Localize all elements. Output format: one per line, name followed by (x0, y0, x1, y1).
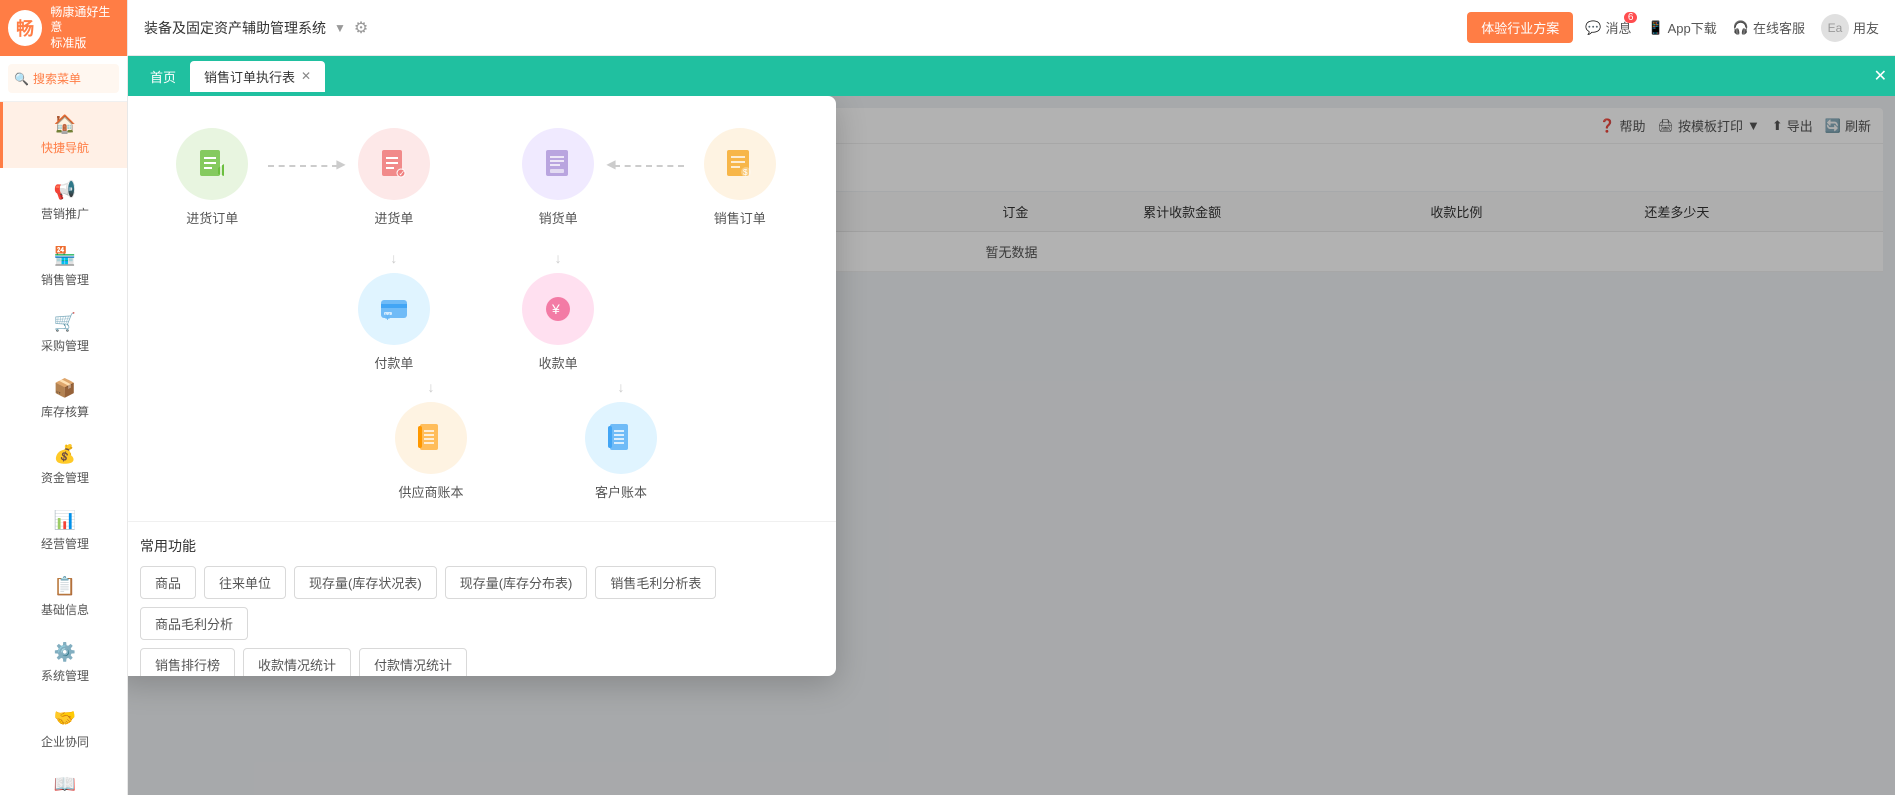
customer-ledger-circle (585, 402, 657, 474)
btn-sales-profit[interactable]: 销售毛利分析表 (595, 566, 716, 599)
experience-button[interactable]: 体验行业方案 (1467, 12, 1573, 43)
flow-node-purchase-order[interactable]: 进货订单 (156, 128, 268, 227)
btn-payment-stats[interactable]: 付款情况统计 (359, 648, 467, 676)
user-item[interactable]: Ea 用友 (1821, 14, 1879, 42)
sidebar-search[interactable]: 🔍 搜索菜单 (0, 56, 127, 102)
receipt-label: 收款单 (539, 353, 578, 372)
message-item[interactable]: 💬 消息 6 (1585, 18, 1631, 37)
common-btns-row2: 销售排行榜 收款情况统计 付款情况统计 (140, 648, 812, 676)
topbar: 装备及固定资产辅助管理系统 ▼ ⚙ 体验行业方案 💬 消息 6 📱 App下载 … (128, 0, 1895, 56)
sidebar-item-purchase[interactable]: 🛒 采购管理 (0, 300, 127, 366)
operations-icon: 📊 (54, 510, 76, 531)
service-icon: 🎧 (1733, 20, 1749, 36)
payment-label: 付款单 (374, 353, 413, 372)
flow-node-purchase-bill[interactable]: ✓ 进货单 (338, 128, 450, 227)
cooperation-icon: 🤝 (54, 708, 76, 729)
payment-circle: ¥ (358, 273, 430, 345)
app-container: 畅 畅康通好生意 标准版 🔍 搜索菜单 🏠 快捷导航 📢 营销推广 🏪 (0, 0, 1895, 795)
sidebar-item-guide[interactable]: 📖 新手引导 (0, 762, 127, 795)
purchase-icon: 🛒 (54, 312, 76, 333)
search-menu-button[interactable]: 🔍 搜索菜单 (8, 64, 119, 93)
btn-partners[interactable]: 往来单位 (204, 566, 286, 599)
btn-sales-rank[interactable]: 销售排行榜 (140, 648, 235, 676)
purchase-bill-label: 进货单 (374, 208, 413, 227)
btn-goods-profit[interactable]: 商品毛利分析 (140, 607, 248, 640)
main-area: 装备及固定资产辅助管理系统 ▼ ⚙ 体验行业方案 💬 消息 6 📱 App下载 … (128, 0, 1895, 795)
topbar-right: 💬 消息 6 📱 App下载 🎧 在线客服 Ea 用友 (1585, 14, 1879, 42)
sales-order-label: 销售订单 (714, 208, 766, 227)
avatar: Ea (1821, 14, 1849, 42)
flow-node-supplier-ledger[interactable]: 供应商账本 (366, 402, 496, 501)
modal-box: 进货订单 ▶ (128, 96, 836, 676)
guide-icon: 📖 (54, 774, 76, 795)
sidebar-logo: 畅 畅康通好生意 标准版 (0, 0, 127, 56)
tab-close-icon[interactable]: ✕ (301, 69, 311, 83)
modal-overlay[interactable]: 进货订单 ▶ (128, 96, 1895, 795)
sidebar-item-basic-info[interactable]: 📋 基础信息 (0, 564, 127, 630)
tab-sales-order[interactable]: 销售订单执行表 ✕ (190, 61, 325, 92)
message-badge: 6 (1624, 12, 1638, 23)
topbar-title: 装备及固定资产辅助管理系统 ▼ ⚙ (144, 18, 1455, 38)
home-icon: 🏠 (54, 114, 76, 135)
sidebar-item-cooperation[interactable]: 🤝 企业协同 (0, 696, 127, 762)
tabbar: 首页 销售订单执行表 ✕ ✕ (128, 56, 1895, 96)
online-service-item[interactable]: 🎧 在线客服 (1733, 18, 1805, 37)
sidebar-item-inventory[interactable]: 📦 库存核算 (0, 366, 127, 432)
sidebar-item-operations[interactable]: 📊 经营管理 (0, 498, 127, 564)
flow-node-customer-ledger[interactable]: 客户账本 (556, 402, 686, 501)
purchase-bill-circle: ✓ (358, 128, 430, 200)
app-download-item[interactable]: 📱 App下载 (1647, 18, 1716, 37)
sales-bill-label: 销货单 (539, 208, 578, 227)
finance-icon: 💰 (54, 444, 76, 465)
tab-home[interactable]: 首页 (136, 61, 190, 92)
marketing-icon: 📢 (54, 180, 76, 201)
sidebar-item-quick-nav[interactable]: 🏠 快捷导航 (0, 102, 127, 168)
sidebar-nav: 🏠 快捷导航 📢 营销推广 🏪 销售管理 🛒 采购管理 📦 库存核算 💰 (0, 102, 127, 795)
sidebar-item-marketing[interactable]: 📢 营销推广 (0, 168, 127, 234)
purchase-order-label: 进货订单 (186, 208, 238, 227)
common-section: 常用功能 商品 往来单位 现存量(库存状况表) 现存量(库存分布表) 销售毛利分… (128, 521, 836, 676)
sidebar-item-system[interactable]: ⚙️ 系统管理 (0, 630, 127, 696)
btn-goods[interactable]: 商品 (140, 566, 196, 599)
content-area: ❓ 帮助 🖨 按模板打印 ▼ ⬆ 导出 🔄 刷新 (128, 96, 1895, 795)
app-icon: 📱 (1647, 20, 1663, 36)
flow-node-sales-order[interactable]: $ 销售订单 (684, 128, 796, 227)
flow-node-payment[interactable]: ¥ 付款单 (338, 273, 450, 372)
supplier-ledger-circle (395, 402, 467, 474)
inventory-icon: 📦 (54, 378, 76, 399)
common-title: 常用功能 (140, 526, 812, 556)
supplier-ledger-label: 供应商账本 (398, 482, 463, 501)
sidebar: 畅 畅康通好生意 标准版 🔍 搜索菜单 🏠 快捷导航 📢 营销推广 🏪 (0, 0, 128, 795)
message-icon: 💬 (1585, 20, 1601, 36)
flow-node-sales-bill[interactable]: 销货单 (502, 128, 614, 227)
dropdown-arrow[interactable]: ▼ (334, 21, 346, 35)
common-btns-row1: 商品 往来单位 现存量(库存状况表) 现存量(库存分布表) 销售毛利分析表 商品… (140, 566, 812, 640)
sidebar-item-finance[interactable]: 💰 资金管理 (0, 432, 127, 498)
logo-icon: 畅 (8, 10, 42, 46)
svg-text:¥: ¥ (551, 301, 560, 317)
tabbar-close-button[interactable]: ✕ (1874, 66, 1887, 86)
search-icon: 🔍 (14, 72, 29, 86)
svg-text:✓: ✓ (398, 169, 405, 178)
system-name: 装备及固定资产辅助管理系统 (144, 18, 326, 38)
flow-node-receipt[interactable]: ¥ 收款单 (502, 273, 614, 372)
svg-text:$: $ (743, 168, 748, 177)
purchase-order-circle (176, 128, 248, 200)
sales-icon: 🏪 (54, 246, 76, 267)
settings-icon[interactable]: ⚙ (354, 18, 368, 38)
logo-text: 畅康通好生意 标准版 (50, 5, 119, 52)
btn-stock-dist[interactable]: 现存量(库存分布表) (445, 566, 588, 599)
sidebar-item-sales[interactable]: 🏪 销售管理 (0, 234, 127, 300)
basic-info-icon: 📋 (54, 576, 76, 597)
btn-receipt-stats[interactable]: 收款情况统计 (243, 648, 351, 676)
flow-section: 进货订单 ▶ (128, 96, 836, 521)
receipt-circle: ¥ (522, 273, 594, 345)
svg-text:¥: ¥ (384, 312, 391, 322)
customer-ledger-label: 客户账本 (595, 482, 647, 501)
system-icon: ⚙️ (54, 642, 76, 663)
sales-bill-circle (522, 128, 594, 200)
btn-stock-status[interactable]: 现存量(库存状况表) (294, 566, 437, 599)
sales-order-circle: $ (704, 128, 776, 200)
